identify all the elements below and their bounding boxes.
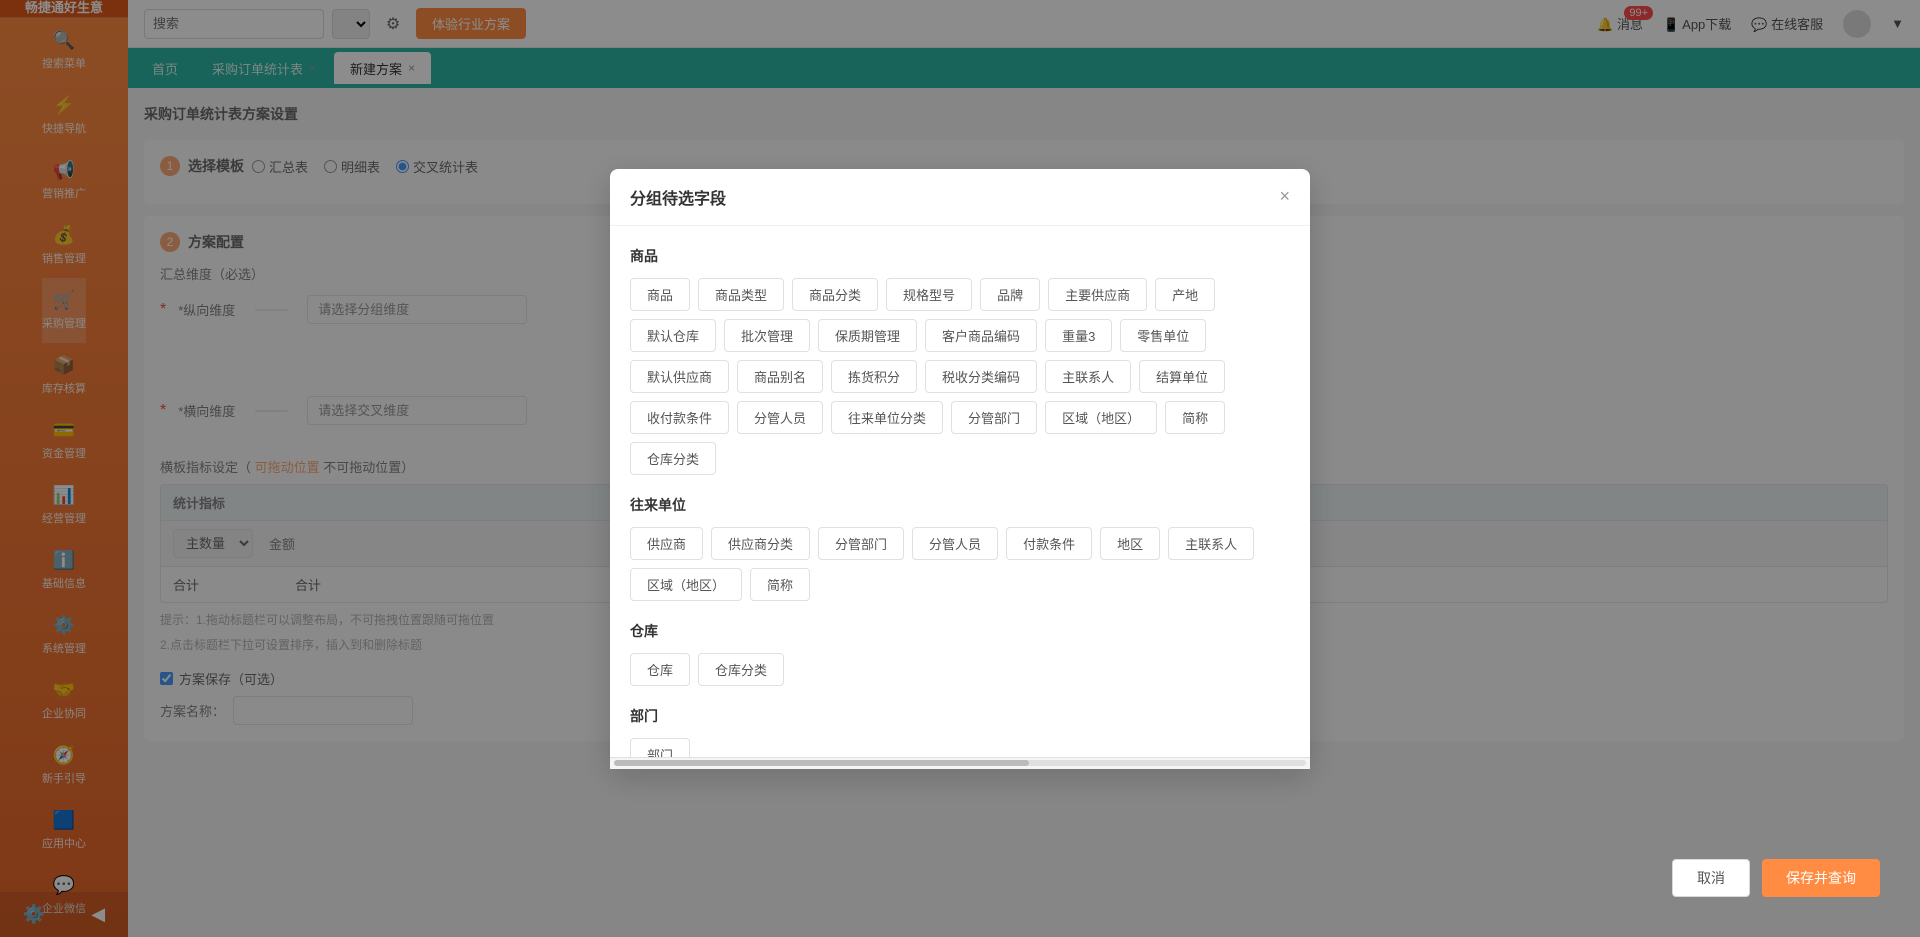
field-tags-warehouse: 仓库仓库分类	[630, 653, 1290, 686]
field-tag-short-name[interactable]: 简称	[1165, 401, 1225, 434]
field-tag-origin[interactable]: 产地	[1155, 278, 1215, 311]
field-tag-pick-points[interactable]: 拣货积分	[831, 360, 917, 393]
field-selection-modal: 分组待选字段 × 商品商品商品类型商品分类规格型号品牌主要供应商产地默认仓库批次…	[610, 169, 1310, 769]
field-group-title-partner: 往来单位	[630, 495, 1290, 515]
field-tag-region[interactable]: 区域（地区）	[1045, 401, 1157, 434]
modal-footer: 取消 保存并查询	[1672, 859, 1880, 897]
cancel-button[interactable]: 取消	[1672, 859, 1750, 897]
field-tag-default-supplier[interactable]: 默认供应商	[630, 360, 729, 393]
modal-title: 分组待选字段	[630, 185, 726, 209]
field-group-warehouse: 仓库仓库仓库分类	[630, 621, 1290, 686]
field-group-product: 商品商品商品类型商品分类规格型号品牌主要供应商产地默认仓库批次管理保质期管理客户…	[630, 246, 1290, 475]
field-tag-manager[interactable]: 分管人员	[737, 401, 823, 434]
field-group-title-product: 商品	[630, 246, 1290, 266]
save-query-button[interactable]: 保存并查询	[1762, 859, 1880, 897]
field-tag-warehouse-cat[interactable]: 仓库分类	[698, 653, 784, 686]
field-tag-payment-cond[interactable]: 付款条件	[1006, 527, 1092, 560]
field-group-partner: 往来单位供应商供应商分类分管部门分管人员付款条件地区主联系人区域（地区）简称	[630, 495, 1290, 601]
field-tag-main-contact[interactable]: 主联系人	[1045, 360, 1131, 393]
scroll-track	[614, 760, 1306, 766]
field-tag-dept3[interactable]: 部门	[630, 738, 690, 757]
field-tag-short-name2[interactable]: 简称	[750, 568, 810, 601]
field-tag-batch-mgmt[interactable]: 批次管理	[724, 319, 810, 352]
field-tags-department: 部门	[630, 738, 1290, 757]
field-tag-product-category[interactable]: 商品分类	[792, 278, 878, 311]
field-tag-default-warehouse[interactable]: 默认仓库	[630, 319, 716, 352]
field-group-title-warehouse: 仓库	[630, 621, 1290, 641]
field-tag-warehouse-category[interactable]: 仓库分类	[630, 442, 716, 475]
field-tag-settle-unit[interactable]: 结算单位	[1139, 360, 1225, 393]
field-tag-product-type[interactable]: 商品类型	[698, 278, 784, 311]
field-tag-weight3[interactable]: 重量3	[1045, 319, 1112, 352]
modal-close-button[interactable]: ×	[1279, 186, 1290, 207]
modal-horizontal-scrollbar[interactable]	[610, 757, 1310, 769]
field-tag-region2[interactable]: 地区	[1100, 527, 1160, 560]
field-tag-tax-code[interactable]: 税收分类编码	[925, 360, 1037, 393]
field-tag-spec-type[interactable]: 规格型号	[886, 278, 972, 311]
field-tag-customer-code[interactable]: 客户商品编码	[925, 319, 1037, 352]
modal-header: 分组待选字段 ×	[610, 169, 1310, 226]
field-tags-product: 商品商品类型商品分类规格型号品牌主要供应商产地默认仓库批次管理保质期管理客户商品…	[630, 278, 1290, 475]
field-tag-main-supplier[interactable]: 主要供应商	[1048, 278, 1147, 311]
field-tags-partner: 供应商供应商分类分管部门分管人员付款条件地区主联系人区域（地区）简称	[630, 527, 1290, 601]
scroll-thumb[interactable]	[614, 760, 1029, 766]
field-group-title-department: 部门	[630, 706, 1290, 726]
field-tag-expiry-mgmt[interactable]: 保质期管理	[818, 319, 917, 352]
field-tag-from-unit-category[interactable]: 往来单位分类	[831, 401, 943, 434]
field-tag-warehouse[interactable]: 仓库	[630, 653, 690, 686]
field-tag-alias[interactable]: 商品别名	[737, 360, 823, 393]
field-tag-brand[interactable]: 品牌	[980, 278, 1040, 311]
field-group-department: 部门部门	[630, 706, 1290, 757]
field-tag-retail-unit[interactable]: 零售单位	[1120, 319, 1206, 352]
field-tag-supplier-category[interactable]: 供应商分类	[711, 527, 810, 560]
field-tag-contact[interactable]: 主联系人	[1168, 527, 1254, 560]
field-tag-manager2[interactable]: 分管人员	[912, 527, 998, 560]
field-tag-dept[interactable]: 分管部门	[951, 401, 1037, 434]
field-tag-supplier[interactable]: 供应商	[630, 527, 703, 560]
field-tag-dept2[interactable]: 分管部门	[818, 527, 904, 560]
field-tag-product[interactable]: 商品	[630, 278, 690, 311]
field-tag-payment-terms[interactable]: 收付款条件	[630, 401, 729, 434]
modal-body: 商品商品商品类型商品分类规格型号品牌主要供应商产地默认仓库批次管理保质期管理客户…	[610, 226, 1310, 757]
field-tag-region3[interactable]: 区域（地区）	[630, 568, 742, 601]
